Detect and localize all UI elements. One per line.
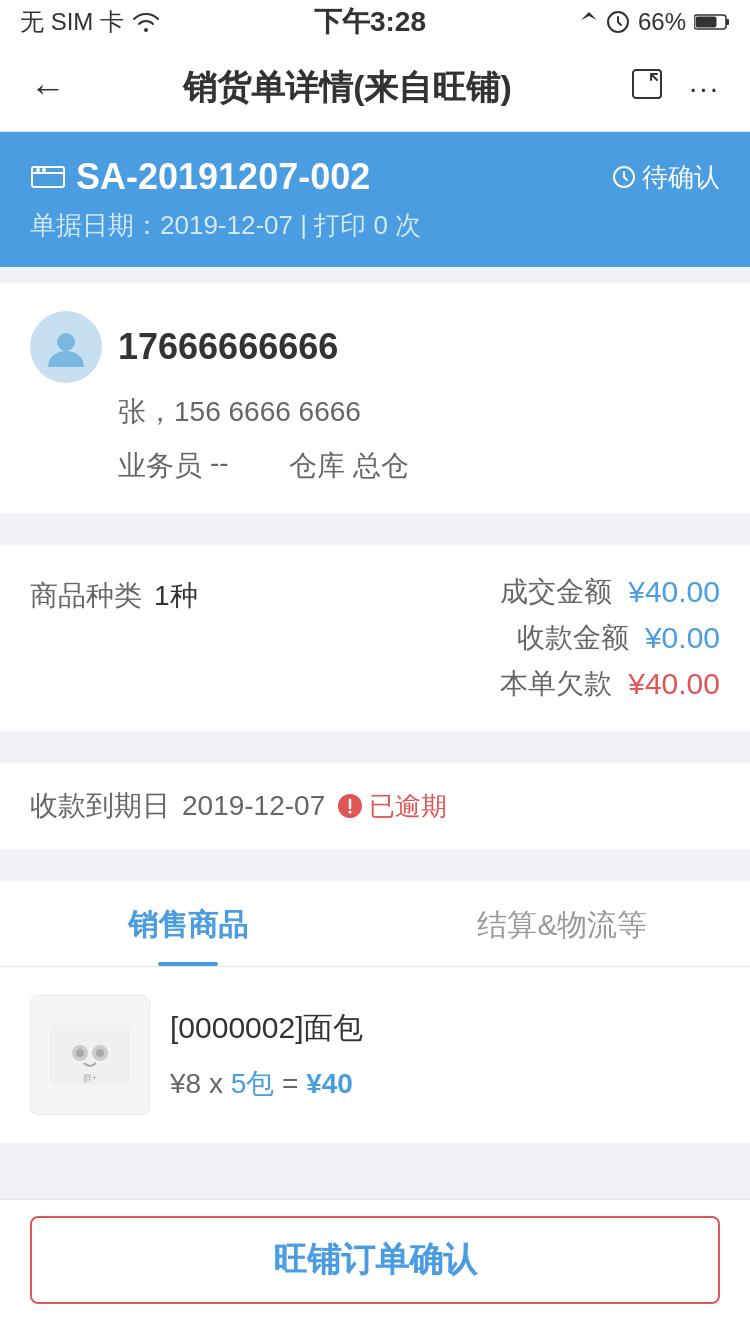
overdue-text: 已逾期 — [369, 789, 447, 824]
due-amount-label: 本单欠款 — [500, 665, 612, 703]
order-status: 待确认 — [612, 160, 720, 195]
deal-amount-value: ¥40.00 — [628, 575, 720, 609]
deal-amount: 成交金额 ¥40.00 — [500, 573, 720, 611]
svg-rect-2 — [726, 19, 729, 25]
warehouse-value: 总仓 — [353, 447, 409, 485]
product-price: ¥8 x 5包 = ¥40 — [170, 1065, 720, 1103]
due-date-label: 收款到期日 — [30, 787, 170, 825]
tab-settlement[interactable]: 结算&物流等 — [375, 881, 750, 966]
product-type-label: 商品种类 — [30, 577, 142, 615]
svg-point-7 — [42, 168, 46, 172]
clock-icon — [606, 10, 630, 34]
price-qty: 5包 — [231, 1068, 275, 1099]
order-id: SA-20191207-002 — [30, 156, 370, 198]
divider-3 — [0, 747, 750, 763]
export-button[interactable] — [629, 66, 665, 109]
warehouse-label: 仓库 — [289, 447, 345, 485]
price-total: ¥40 — [306, 1068, 353, 1099]
svg-point-16 — [96, 1049, 104, 1057]
location-icon — [580, 11, 598, 33]
product-type-value: 1种 — [154, 577, 198, 615]
customer-details: 业务员 -- 仓库 总仓 — [118, 447, 720, 485]
wifi-icon — [132, 12, 160, 32]
product-image-placeholder: 群+ — [50, 1025, 130, 1085]
nav-actions: ··· — [629, 66, 720, 109]
status-time: 下午3:28 — [314, 3, 426, 41]
status-right: 66% — [580, 8, 730, 36]
more-button[interactable]: ··· — [689, 71, 720, 105]
price-equals: = — [274, 1068, 306, 1099]
confirm-order-button[interactable]: 旺铺订单确认 — [30, 1216, 720, 1304]
warehouse-detail: 仓库 总仓 — [289, 447, 409, 485]
amounts-right: 成交金额 ¥40.00 收款金额 ¥0.00 本单欠款 ¥40.00 — [500, 573, 720, 703]
amounts-row: 商品种类 1种 成交金额 ¥40.00 收款金额 ¥0.00 本单欠款 ¥40.… — [30, 573, 720, 703]
nav-bar: ← 销货单详情(来自旺铺) ··· — [0, 44, 750, 132]
due-date-value: 2019-12-07 — [182, 790, 325, 822]
divider-1 — [0, 267, 750, 283]
divider-4 — [0, 865, 750, 881]
price-text: ¥8 x — [170, 1068, 231, 1099]
svg-text:群+: 群+ — [83, 1073, 97, 1083]
bottom-bar: 旺铺订单确认 — [0, 1199, 750, 1334]
user-avatar-icon — [44, 325, 88, 369]
product-name: [0000002]面包 — [170, 1008, 720, 1049]
sim-wifi-label: 无 SIM 卡 — [20, 6, 124, 38]
product-thumbnail: 群+ — [30, 995, 150, 1115]
amounts-section: 商品种类 1种 成交金额 ¥40.00 收款金额 ¥0.00 本单欠款 ¥40.… — [0, 545, 750, 731]
tabs-section: 销售商品 结算&物流等 群+ [0000002]面包 ¥ — [0, 881, 750, 1144]
divider-2 — [0, 529, 750, 545]
overdue-badge: 已逾期 — [337, 789, 447, 824]
order-meta: 单据日期：2019-12-07 | 打印 0 次 — [30, 208, 720, 243]
product-item: 群+ [0000002]面包 ¥8 x 5包 = ¥40 — [0, 967, 750, 1144]
battery-icon — [694, 13, 730, 31]
order-header-card: SA-20191207-002 待确认 单据日期：2019-12-07 | 打印… — [0, 132, 750, 267]
customer-name: 张，156 6666 6666 — [118, 393, 720, 431]
warning-icon — [337, 793, 363, 819]
svg-point-11 — [349, 811, 352, 814]
order-icon — [30, 163, 66, 191]
received-amount-label: 收款金额 — [517, 619, 629, 657]
svg-rect-3 — [695, 17, 716, 28]
tab-sales-products[interactable]: 销售商品 — [0, 881, 375, 966]
due-date-section: 收款到期日 2019-12-07 已逾期 — [0, 763, 750, 849]
svg-point-15 — [76, 1049, 84, 1057]
salesperson-label: 业务员 — [118, 447, 202, 485]
battery-text: 66% — [638, 8, 686, 36]
due-amount: 本单欠款 ¥40.00 — [500, 665, 720, 703]
export-icon — [629, 66, 665, 102]
customer-section: 17666666666 张，156 6666 6666 业务员 -- 仓库 总仓 — [0, 283, 750, 513]
product-section: 群+ [0000002]面包 ¥8 x 5包 = ¥40 — [0, 967, 750, 1144]
salesperson-value: -- — [210, 447, 229, 485]
tabs-row: 销售商品 结算&物流等 — [0, 881, 750, 967]
status-left: 无 SIM 卡 — [20, 6, 160, 38]
received-amount-value: ¥0.00 — [645, 621, 720, 655]
customer-phone: 17666666666 — [118, 326, 338, 368]
svg-point-9 — [57, 333, 75, 351]
svg-point-6 — [36, 168, 40, 172]
avatar — [30, 311, 102, 383]
status-bar: 无 SIM 卡 下午3:28 66% — [0, 0, 750, 44]
salesperson-detail: 业务员 -- — [118, 447, 229, 485]
due-amount-value: ¥40.00 — [628, 667, 720, 701]
page-title: 销货单详情(来自旺铺) — [183, 65, 512, 111]
customer-row: 17666666666 — [30, 311, 720, 383]
product-type: 商品种类 1种 — [30, 573, 198, 615]
deal-amount-label: 成交金额 — [500, 573, 612, 611]
product-info: [0000002]面包 ¥8 x 5包 = ¥40 — [170, 995, 720, 1115]
back-button[interactable]: ← — [30, 67, 66, 109]
received-amount: 收款金额 ¥0.00 — [517, 619, 720, 657]
clock-small-icon — [612, 165, 636, 189]
